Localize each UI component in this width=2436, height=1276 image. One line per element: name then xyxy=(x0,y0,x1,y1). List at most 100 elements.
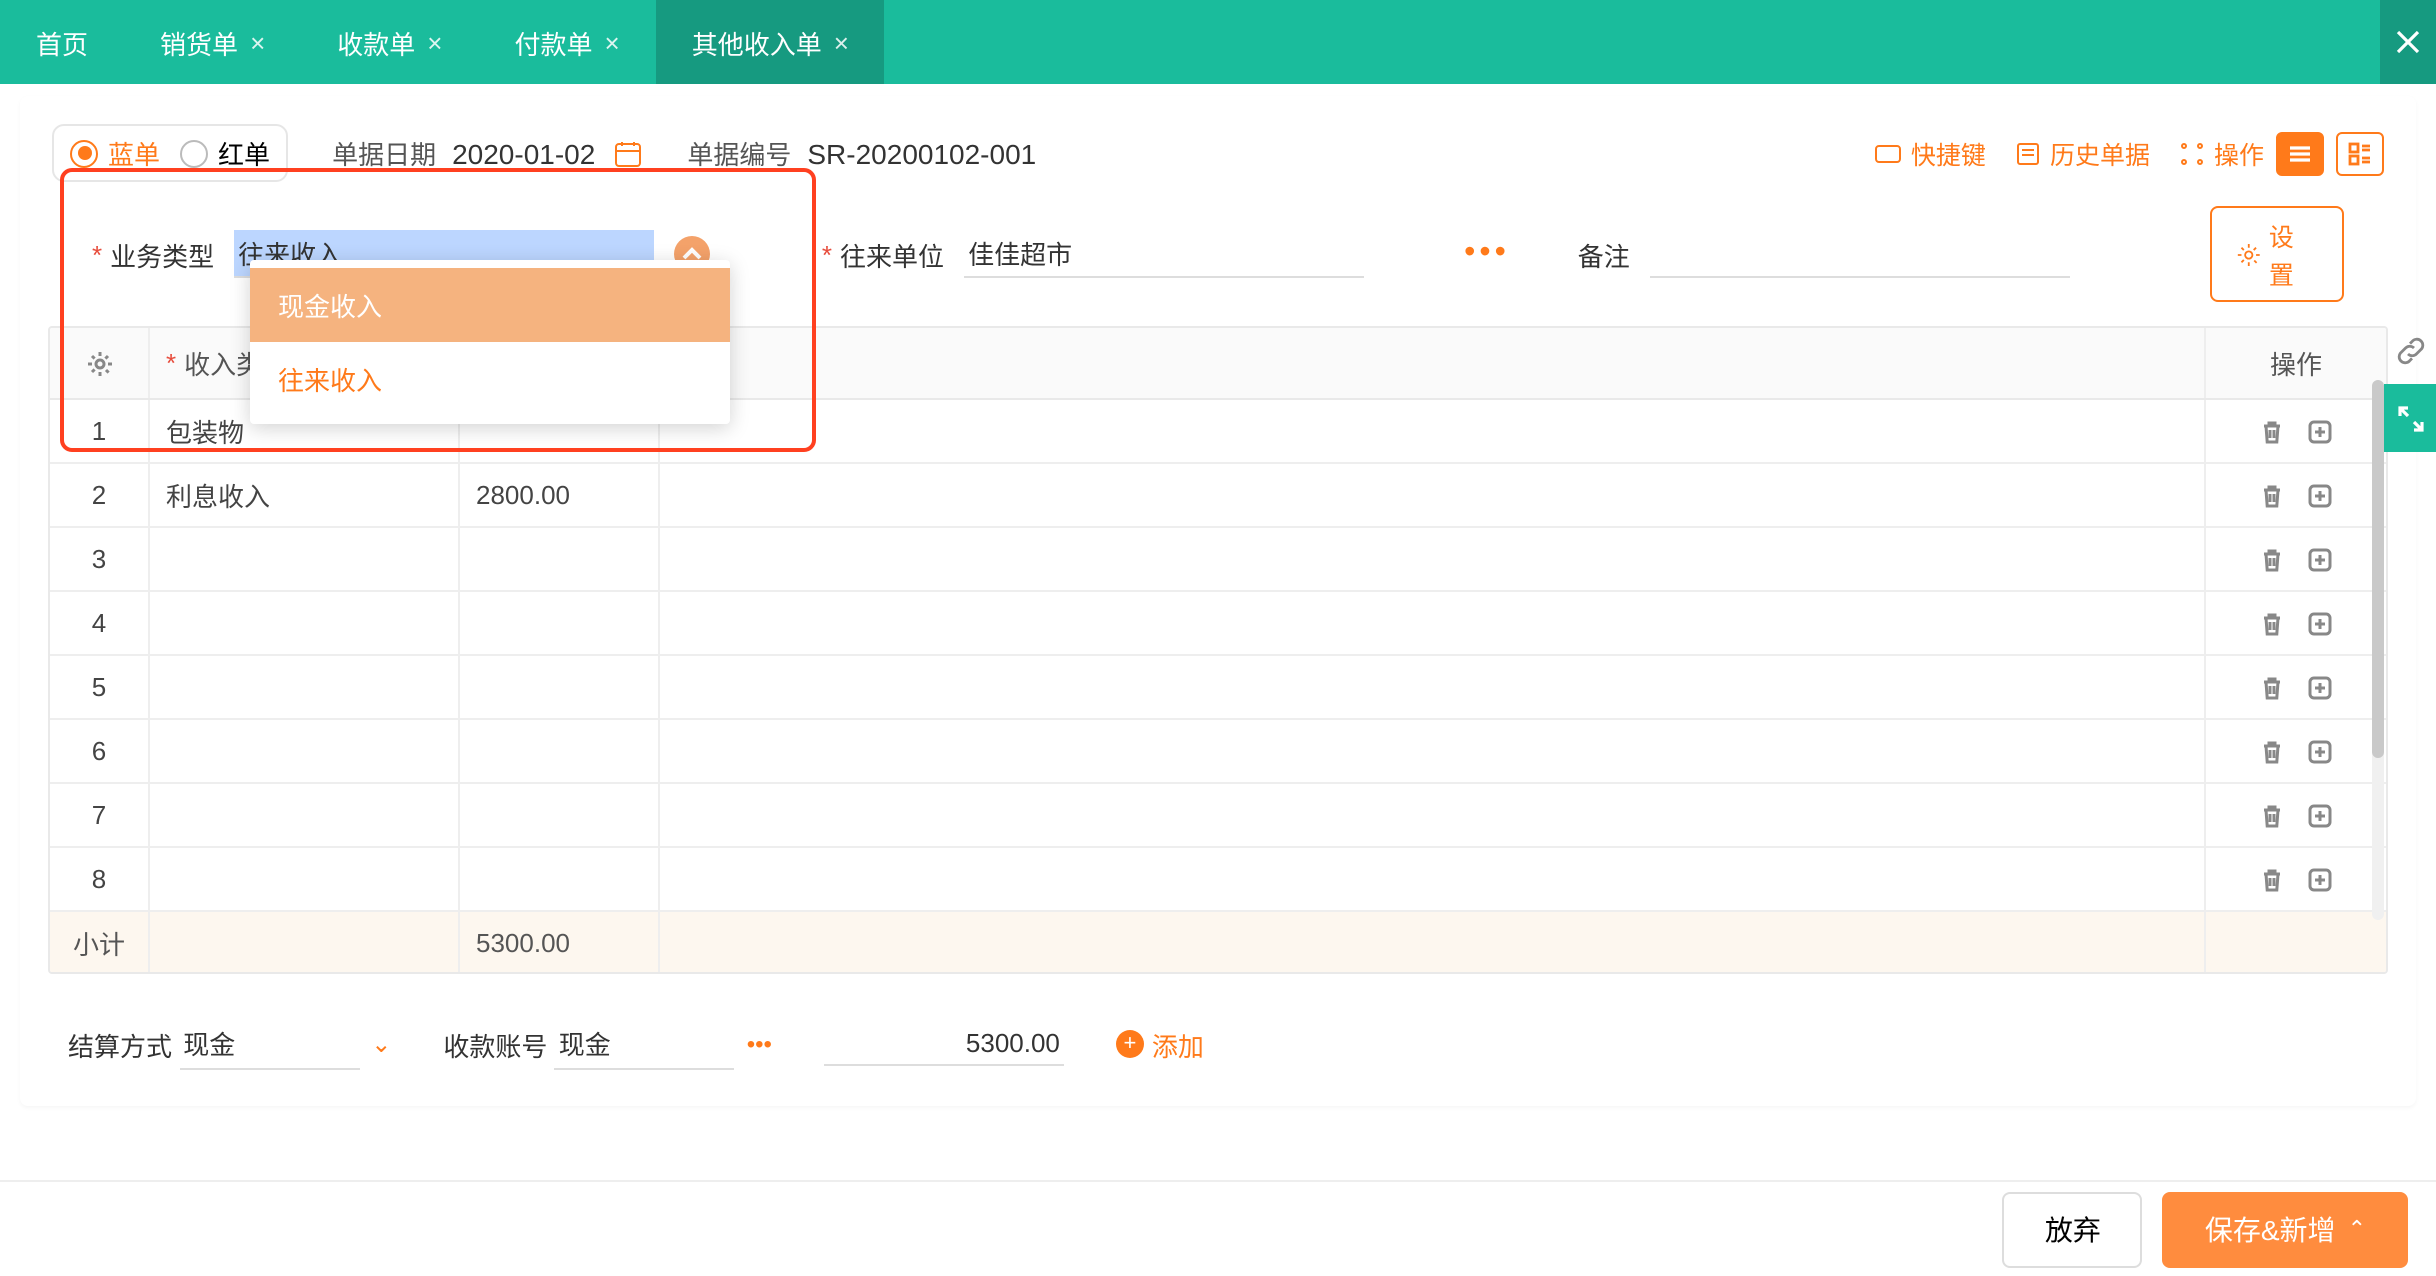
row-index: 2 xyxy=(50,464,150,526)
row-index: 6 xyxy=(50,720,150,782)
dropdown-item[interactable]: 现金收入 xyxy=(250,268,730,342)
table-row[interactable]: 3 xyxy=(50,528,2386,592)
close-panel-button[interactable] xyxy=(2380,0,2436,84)
row-category[interactable]: 利息收入 xyxy=(150,464,460,526)
add-row-icon[interactable] xyxy=(2306,801,2334,829)
footer: 放弃 保存&新增⌃ xyxy=(0,1180,2436,1276)
discard-button[interactable]: 放弃 xyxy=(2003,1191,2143,1267)
close-icon[interactable]: × xyxy=(427,27,442,57)
date-label: 单据日期 xyxy=(332,134,436,172)
table-row[interactable]: 4 xyxy=(50,592,2386,656)
trash-icon[interactable] xyxy=(2258,673,2286,701)
row-note[interactable] xyxy=(660,656,2206,718)
row-note[interactable] xyxy=(660,592,2206,654)
expand-icon[interactable] xyxy=(2384,384,2436,452)
row-category[interactable] xyxy=(150,784,460,846)
add-row-icon[interactable] xyxy=(2306,545,2334,573)
table-row[interactable]: 2利息收入2800.00 xyxy=(50,464,2386,528)
payment-amount[interactable]: 5300.00 xyxy=(824,1022,1064,1066)
view-grid-button[interactable] xyxy=(2336,131,2384,175)
row-index: 3 xyxy=(50,528,150,590)
row-category[interactable] xyxy=(150,656,460,718)
date-value[interactable]: 2020-01-02 xyxy=(452,137,595,169)
remark-input[interactable] xyxy=(1650,230,2070,278)
add-payment-button[interactable]: +添加 xyxy=(1116,1025,1204,1063)
history-button[interactable]: 历史单据 xyxy=(2014,134,2150,172)
table-row[interactable]: 5 xyxy=(50,656,2386,720)
link-icon[interactable] xyxy=(2384,316,2436,384)
add-row-icon[interactable] xyxy=(2306,417,2334,445)
row-amount[interactable]: 2800.00 xyxy=(460,464,660,526)
settle-label: 结算方式 xyxy=(68,1025,172,1063)
row-category[interactable] xyxy=(150,592,460,654)
table-row[interactable]: 6 xyxy=(50,720,2386,784)
row-index: 5 xyxy=(50,656,150,718)
remark-field: 备注 xyxy=(1578,230,2090,278)
acct-label: 收款账号 xyxy=(443,1025,547,1063)
row-amount[interactable] xyxy=(460,528,660,590)
row-category[interactable] xyxy=(150,720,460,782)
calendar-icon[interactable] xyxy=(611,137,643,169)
document-header: 蓝单 红单 单据日期 2020-01-02 单据编号 SR-20200102-0… xyxy=(40,116,2396,202)
trash-icon[interactable] xyxy=(2258,545,2286,573)
docno-label: 单据编号 xyxy=(687,134,791,172)
add-row-icon[interactable] xyxy=(2306,673,2334,701)
save-button[interactable]: 保存&新增⌃ xyxy=(2163,1191,2408,1267)
tab-payment[interactable]: 付款单× xyxy=(478,0,655,84)
close-icon[interactable]: × xyxy=(834,27,849,57)
ops-button[interactable]: 操作 xyxy=(2178,134,2264,172)
settle-value[interactable]: 现金 xyxy=(179,1018,359,1070)
tab-home[interactable]: 首页 xyxy=(0,0,124,84)
radio-red[interactable]: 红单 xyxy=(180,134,270,172)
tab-sales[interactable]: 销货单× xyxy=(124,0,301,84)
add-row-icon[interactable] xyxy=(2306,737,2334,765)
more-icon[interactable]: ••• xyxy=(1464,236,1510,272)
dropdown-item[interactable]: 往来收入 xyxy=(250,342,730,416)
trash-icon[interactable] xyxy=(2258,481,2286,509)
add-row-icon[interactable] xyxy=(2306,609,2334,637)
settings-button[interactable]: 设置 xyxy=(2209,206,2344,302)
biztype-dropdown: 现金收入 往来收入 xyxy=(250,260,730,424)
row-amount[interactable] xyxy=(460,720,660,782)
tab-receipt[interactable]: 收款单× xyxy=(301,0,478,84)
close-icon[interactable]: × xyxy=(605,27,620,57)
row-note[interactable] xyxy=(660,848,2206,910)
row-category[interactable] xyxy=(150,848,460,910)
trash-icon[interactable] xyxy=(2258,417,2286,445)
tab-other-income[interactable]: 其他收入单× xyxy=(656,0,885,84)
trash-icon[interactable] xyxy=(2258,865,2286,893)
payment-row: 结算方式 现金 ⌄ 收款账号 现金 ••• 5300.00 +添加 xyxy=(40,974,2396,1078)
row-index: 4 xyxy=(50,592,150,654)
view-list-button[interactable] xyxy=(2276,131,2324,175)
table-row[interactable]: 8 xyxy=(50,848,2386,912)
table-row[interactable]: 7 xyxy=(50,784,2386,848)
party-input[interactable] xyxy=(964,230,1364,278)
row-amount[interactable] xyxy=(460,848,660,910)
gear-icon[interactable] xyxy=(85,349,113,377)
row-amount[interactable] xyxy=(460,592,660,654)
chevron-down-icon[interactable]: ⌄ xyxy=(371,1030,391,1058)
row-note[interactable] xyxy=(660,464,2206,526)
add-row-icon[interactable] xyxy=(2306,865,2334,893)
trash-icon[interactable] xyxy=(2258,801,2286,829)
trash-icon[interactable] xyxy=(2258,609,2286,637)
tab-strip: 首页 销货单× 收款单× 付款单× 其他收入单× xyxy=(0,0,2436,84)
radio-blue[interactable]: 蓝单 xyxy=(70,134,160,172)
add-row-icon[interactable] xyxy=(2306,481,2334,509)
more-icon[interactable]: ••• xyxy=(747,1030,772,1058)
row-note[interactable] xyxy=(660,400,2206,462)
party-field: *往来单位 xyxy=(822,230,1412,278)
trash-icon[interactable] xyxy=(2258,737,2286,765)
shortcut-button[interactable]: 快捷键 xyxy=(1875,134,1986,172)
row-amount[interactable] xyxy=(460,656,660,718)
row-amount[interactable] xyxy=(460,784,660,846)
acct-value[interactable]: 现金 xyxy=(555,1018,735,1070)
row-note[interactable] xyxy=(660,720,2206,782)
scrollbar[interactable] xyxy=(2372,380,2384,920)
row-note[interactable] xyxy=(660,784,2206,846)
row-index: 1 xyxy=(50,400,150,462)
close-icon[interactable]: × xyxy=(250,27,265,57)
subtotal-label: 小计 xyxy=(50,912,150,972)
row-category[interactable] xyxy=(150,528,460,590)
row-note[interactable] xyxy=(660,528,2206,590)
